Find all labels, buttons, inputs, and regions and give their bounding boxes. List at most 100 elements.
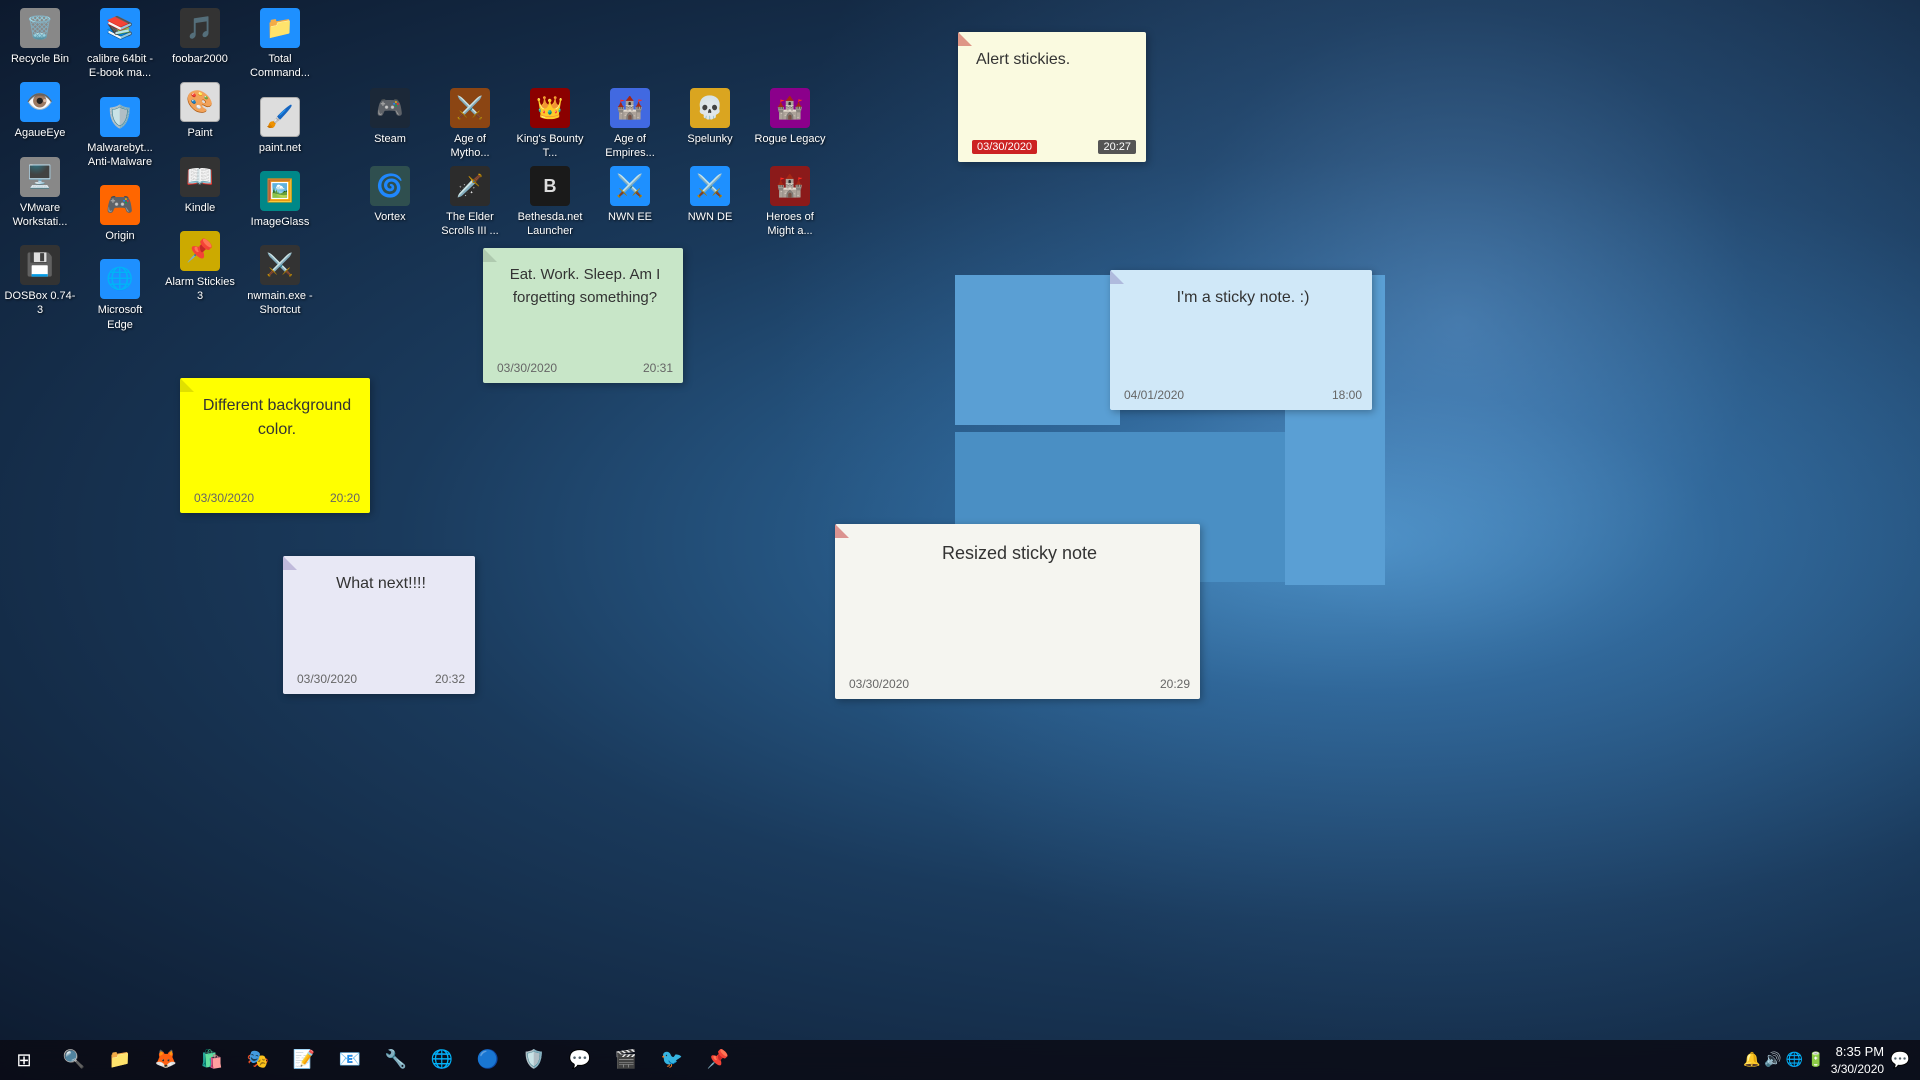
icon-vmware[interactable]: 🖥️ VMware Workstati... <box>0 149 80 238</box>
taskbar-chrome[interactable]: 🔵 <box>466 1040 510 1080</box>
icon-label-paint-net: paint.net <box>259 141 301 155</box>
sticky-resized-footer: 03/30/2020 20:29 <box>835 671 1200 699</box>
icon-kindle[interactable]: 📖 Kindle <box>160 149 240 223</box>
paint-icon: 🎨 <box>180 82 220 122</box>
taskbar-app-14[interactable]: 🐦 <box>650 1040 694 1080</box>
icon-vortex[interactable]: 🌀 Vortex <box>350 158 430 247</box>
sticky-green-text: Eat. Work. Sleep. Am I forgetting someth… <box>501 264 669 347</box>
icon-label-nwn-de: NWN DE <box>688 210 733 224</box>
taskbar-app-8[interactable]: 🔧 <box>374 1040 418 1080</box>
tray-icon-2[interactable]: 🔊 <box>1764 1051 1781 1068</box>
sticky-yellow-date: 03/30/2020 <box>194 491 254 505</box>
bethesda-icon: B <box>530 166 570 206</box>
icon-label-kindle: Kindle <box>185 201 216 215</box>
sticky-yellow-body: Different background color. <box>180 378 370 485</box>
icon-steam[interactable]: 🎮 Steam <box>350 80 430 169</box>
sticky-yellow-time: 20:20 <box>330 491 360 505</box>
icon-label-age-of-empires: Age of Empires... <box>594 132 666 161</box>
icon-calibre[interactable]: 📚 calibre 64bit - E-book ma... <box>80 0 160 89</box>
calibre-icon: 📚 <box>100 8 140 48</box>
taskbar-app-15[interactable]: 📌 <box>696 1040 740 1080</box>
taskbar-quick-launch: 🔍 📁 🦊 🛍️ 🎭 📝 📧 🔧 🌐 🔵 🛡️ 💬 🎬 🐦 📌 <box>48 1040 744 1080</box>
icon-paint-net[interactable]: 🖌️ paint.net <box>240 89 320 163</box>
sticky-yellow-text: Different background color. <box>198 394 356 477</box>
icon-rogue-legacy[interactable]: 🏰 Rogue Legacy <box>750 80 830 169</box>
clock[interactable]: 8:35 PM 3/30/2020 <box>1831 1043 1884 1078</box>
icon-nwn-de[interactable]: ⚔️ NWN DE <box>670 158 750 247</box>
icon-bethesda[interactable]: B Bethesda.net Launcher <box>510 158 590 247</box>
sticky-yellow[interactable]: Different background color. 03/30/2020 2… <box>180 378 370 513</box>
blue-panel-top-left <box>955 275 1120 425</box>
icon-spelunky[interactable]: 💀 Spelunky <box>670 80 750 169</box>
icon-total-commander[interactable]: 📁 Total Command... <box>240 0 320 89</box>
age-of-myth-icon: ⚔️ <box>450 88 490 128</box>
notification-button[interactable]: 💬 <box>1890 1050 1910 1070</box>
icon-label-bethesda: Bethesda.net Launcher <box>514 210 586 239</box>
icon-malwarebytes[interactable]: 🛡️ Malwarebyt... Anti-Malware <box>80 89 160 178</box>
icon-label-kings-bounty: King's Bounty T... <box>514 132 586 161</box>
sticky-green-footer: 03/30/2020 20:31 <box>483 355 683 383</box>
tray-icon-3[interactable]: 🌐 <box>1786 1051 1803 1068</box>
taskbar-app-5[interactable]: 🎭 <box>236 1040 280 1080</box>
sticky-blue[interactable]: I'm a sticky note. :) 04/01/2020 18:00 <box>1110 270 1372 410</box>
icon-elder-scrolls[interactable]: 🗡️ The Elder Scrolls III ... <box>430 158 510 247</box>
sticky-lavender-time: 20:32 <box>435 672 465 686</box>
icon-kings-bounty[interactable]: 👑 King's Bounty T... <box>510 80 590 169</box>
sticky-blue-body: I'm a sticky note. :) <box>1110 270 1372 382</box>
icon-age-of-myth[interactable]: ⚔️ Age of Mytho... <box>430 80 510 169</box>
icon-heroes-might[interactable]: 🏰 Heroes of Might a... <box>750 158 830 247</box>
heroes-might-icon: 🏰 <box>770 166 810 206</box>
icon-recycle-bin[interactable]: 🗑️ Recycle Bin <box>0 0 80 74</box>
icon-microsoft-edge[interactable]: 🌐 Microsoft Edge <box>80 251 160 340</box>
start-icon: ⊞ <box>16 1050 31 1071</box>
tray-icon-1[interactable]: 🔔 <box>1743 1051 1760 1068</box>
taskbar-file-explorer[interactable]: 📁 <box>98 1040 142 1080</box>
icon-alarm-stickies[interactable]: 📌 Alarm Stickies 3 <box>160 223 240 312</box>
icon-label-heroes-might: Heroes of Might a... <box>754 210 826 239</box>
total-commander-icon: 📁 <box>260 8 300 48</box>
icon-label-malwarebytes: Malwarebyt... Anti-Malware <box>84 141 156 170</box>
vortex-icon: 🌀 <box>370 166 410 206</box>
sticky-lavender[interactable]: What next!!!! 03/30/2020 20:32 <box>283 556 475 694</box>
taskbar-vlc[interactable]: 🎬 <box>604 1040 648 1080</box>
sticky-green[interactable]: Eat. Work. Sleep. Am I forgetting someth… <box>483 248 683 383</box>
icon-dosbox[interactable]: 💾 DOSBox 0.74-3 <box>0 237 80 326</box>
icon-label-vortex: Vortex <box>374 210 405 224</box>
origin-icon: 🎮 <box>100 185 140 225</box>
icon-label-imageglass: ImageGlass <box>251 215 310 229</box>
icon-foobar[interactable]: 🎵 foobar2000 <box>160 0 240 74</box>
icon-nwn-ee[interactable]: ⚔️ NWN EE <box>590 158 670 247</box>
icon-label-vmware: VMware Workstati... <box>4 201 76 230</box>
icon-origin[interactable]: 🎮 Origin <box>80 177 160 251</box>
alarm-stickies-icon: 📌 <box>180 231 220 271</box>
taskbar-app-11[interactable]: 🛡️ <box>512 1040 556 1080</box>
icon-label-foobar: foobar2000 <box>172 52 228 66</box>
taskbar-edge[interactable]: 🌐 <box>420 1040 464 1080</box>
taskbar-ms-store[interactable]: 🛍️ <box>190 1040 234 1080</box>
age-of-empires-icon: 🏰 <box>610 88 650 128</box>
taskbar[interactable]: ⊞ 🔍 📁 🦊 🛍️ 🎭 📝 📧 🔧 🌐 🔵 🛡️ 💬 🎬 🐦 📌 🔔 🔊 🌐 … <box>0 1040 1920 1080</box>
sticky-alert[interactable]: Alert stickies. 03/30/2020 20:27 <box>958 32 1146 162</box>
taskbar-discord[interactable]: 💬 <box>558 1040 602 1080</box>
icon-imageglass[interactable]: 🖼️ ImageGlass <box>240 163 320 237</box>
kings-bounty-icon: 👑 <box>530 88 570 128</box>
taskbar-word[interactable]: 📝 <box>282 1040 326 1080</box>
start-button[interactable]: ⊞ <box>0 1040 48 1080</box>
nwn-de-icon: ⚔️ <box>690 166 730 206</box>
icon-label-edge: Microsoft Edge <box>84 303 156 332</box>
icon-nwmain[interactable]: ⚔️ nwmain.exe - Shortcut <box>240 237 320 326</box>
tray-icon-4[interactable]: 🔋 <box>1807 1051 1824 1068</box>
edge-icon: 🌐 <box>100 259 140 299</box>
taskbar-firefox[interactable]: 🦊 <box>144 1040 188 1080</box>
sticky-resized[interactable]: Resized sticky note 03/30/2020 20:29 <box>835 524 1200 699</box>
icon-label-paint: Paint <box>187 126 212 140</box>
dosbox-icon: 💾 <box>20 245 60 285</box>
icon-age-of-empires[interactable]: 🏰 Age of Empires... <box>590 80 670 169</box>
taskbar-mail[interactable]: 📧 <box>328 1040 372 1080</box>
clock-date: 3/30/2020 <box>1831 1061 1884 1078</box>
sticky-alert-text: Alert stickies. <box>976 48 1132 126</box>
icon-paint[interactable]: 🎨 Paint <box>160 74 240 148</box>
sticky-green-time: 20:31 <box>643 361 673 375</box>
icon-agaqueeye[interactable]: 👁️ AgaueEye <box>0 74 80 148</box>
taskbar-search[interactable]: 🔍 <box>52 1040 96 1080</box>
